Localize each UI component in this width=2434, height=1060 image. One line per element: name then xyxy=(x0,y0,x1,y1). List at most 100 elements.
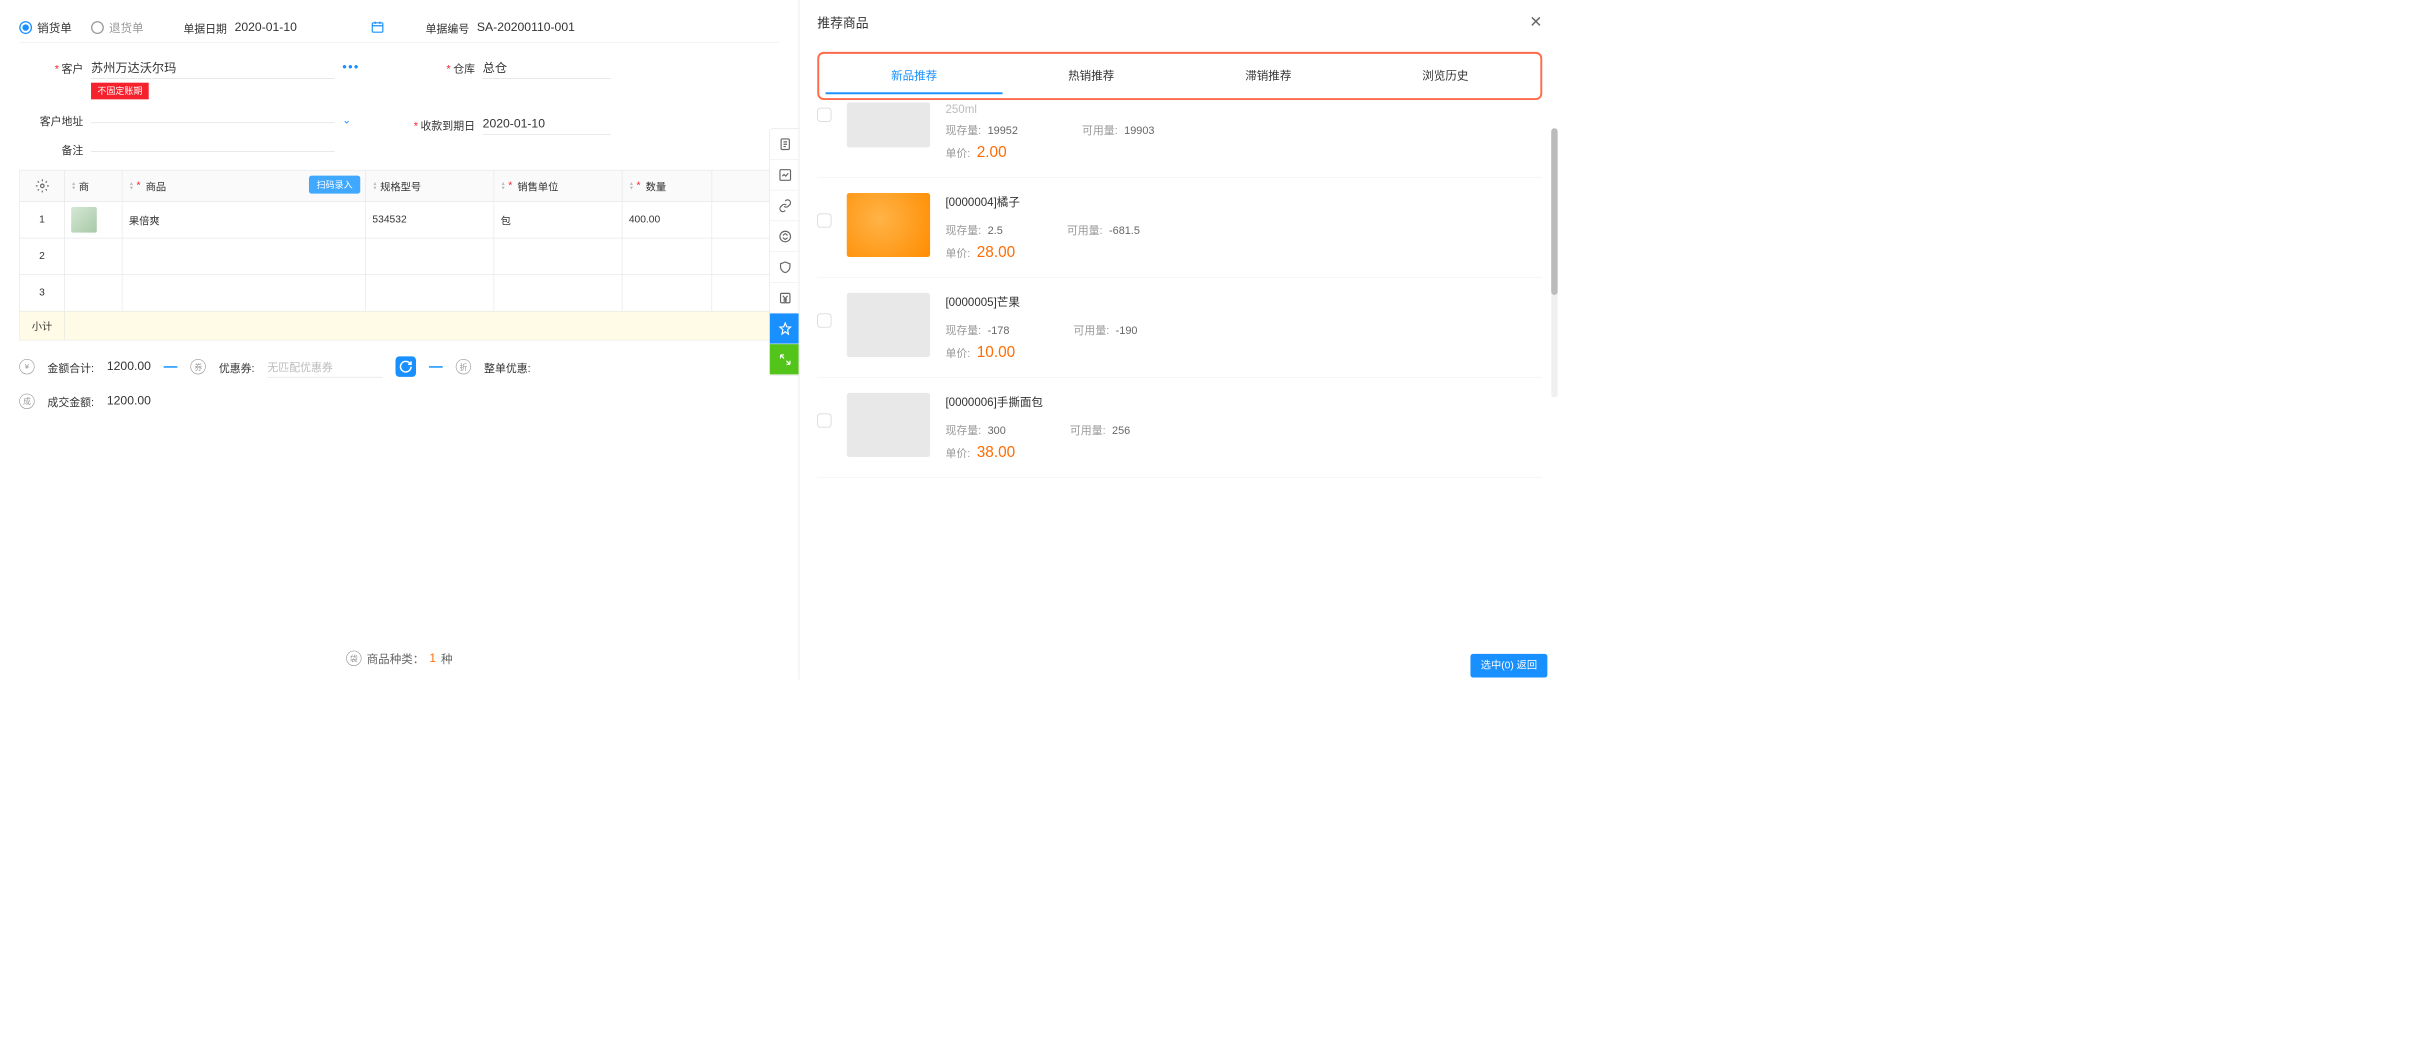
price-value: 2.00 xyxy=(977,144,1007,161)
payment-due-label: *收款到期日 xyxy=(411,117,475,133)
scrollbar[interactable] xyxy=(1551,128,1557,397)
doc-date-value[interactable]: 2020-01-10 xyxy=(235,18,363,37)
tab-history[interactable]: 浏览历史 xyxy=(1357,58,1534,95)
full-discount-label: 整单优惠: xyxy=(484,359,531,375)
product-name: 250ml xyxy=(945,103,1542,116)
side-doc-icon[interactable] xyxy=(770,129,801,160)
product-list[interactable]: 250ml 现存量:19952 可用量:19903 单价:2.00 [00000… xyxy=(799,100,1560,587)
row-unit[interactable]: 包 xyxy=(494,202,622,238)
col-product[interactable]: ▲▼*商品扫码录入 xyxy=(122,171,366,202)
product-image xyxy=(847,193,930,257)
tab-slow[interactable]: 滞销推荐 xyxy=(1180,58,1357,95)
side-star-icon[interactable] xyxy=(770,313,801,344)
chevron-down-icon[interactable]: ⌄ xyxy=(342,114,351,127)
list-item[interactable]: [0000006]手撕面包 现存量:300 可用量:256 单价:38.00 xyxy=(817,378,1542,478)
footer-product-count: 袋 商品种类： 1 种 xyxy=(346,650,452,667)
coupon-icon: 券 xyxy=(191,359,206,374)
warehouse-value[interactable]: 总仓 xyxy=(483,56,611,79)
radio-icon xyxy=(19,21,32,34)
items-table: ▲▼商 ▲▼*商品扫码录入 ▲▼规格型号 ▲▼*销售单位 ▲▼*数量 1 果倍爽… xyxy=(19,170,779,341)
stock-value: 300 xyxy=(988,424,1006,436)
calendar-icon[interactable] xyxy=(370,20,385,35)
doc-no-label: 单据编号 xyxy=(405,20,469,36)
tab-label: 销货单 xyxy=(37,19,72,36)
remark-label: 备注 xyxy=(19,141,83,157)
side-chart-icon[interactable] xyxy=(770,160,801,191)
side-swap-icon[interactable] xyxy=(770,221,801,252)
side-expand-icon[interactable] xyxy=(770,344,801,375)
avail-value: 256 xyxy=(1112,424,1130,436)
payment-due-value[interactable]: 2020-01-10 xyxy=(483,115,611,135)
price-value: 28.00 xyxy=(977,244,1016,261)
select-return-button[interactable]: 选中(0) 返回 xyxy=(1470,654,1547,678)
product-image xyxy=(847,393,930,457)
product-name: [0000005]芒果 xyxy=(945,293,1542,310)
price-value: 10.00 xyxy=(977,344,1016,361)
address-label: 客户地址 xyxy=(19,112,83,128)
doc-date-label: 单据日期 xyxy=(163,20,227,36)
tab-hot[interactable]: 热销推荐 xyxy=(1003,58,1180,95)
customer-value[interactable]: 苏州万达沃尔玛 xyxy=(91,56,335,79)
avail-value: 19903 xyxy=(1124,124,1154,136)
address-value[interactable] xyxy=(91,117,335,123)
product-image xyxy=(847,103,930,148)
side-shield-icon[interactable] xyxy=(770,252,801,283)
col-unit[interactable]: ▲▼*销售单位 xyxy=(494,171,622,202)
table-row[interactable]: 1 果倍爽 534532 包 400.00 xyxy=(20,202,779,239)
checkbox[interactable] xyxy=(817,213,831,227)
settings-column[interactable] xyxy=(20,171,65,202)
refresh-button[interactable] xyxy=(396,356,417,377)
stock-value: -178 xyxy=(988,324,1010,336)
deal-icon: 成 xyxy=(19,393,34,408)
row-spec[interactable]: 534532 xyxy=(366,202,494,238)
recommendation-tabs: 新品推荐 热销推荐 滞销推荐 浏览历史 xyxy=(817,52,1542,100)
list-item[interactable]: 250ml 现存量:19952 可用量:19903 单价:2.00 xyxy=(817,100,1542,178)
total-label: 金额合计: xyxy=(47,359,94,375)
side-yen-icon[interactable] xyxy=(770,283,801,314)
list-item[interactable]: [0000005]芒果 现存量:-178 可用量:-190 单价:10.00 xyxy=(817,278,1542,378)
avail-value: -190 xyxy=(1116,324,1138,336)
more-icon[interactable]: ••• xyxy=(342,60,359,75)
product-image xyxy=(847,293,930,357)
row-qty[interactable]: 400.00 xyxy=(622,202,712,238)
table-row[interactable]: 2 xyxy=(20,238,779,275)
product-name: [0000004]橘子 xyxy=(945,193,1542,210)
deal-label: 成交金额: xyxy=(47,393,94,409)
remark-value[interactable] xyxy=(91,146,335,152)
radio-icon xyxy=(91,21,104,34)
subtotal-row: 小计 xyxy=(20,312,779,340)
avail-value: -681.5 xyxy=(1109,224,1140,236)
close-icon[interactable]: ✕ xyxy=(1529,13,1542,32)
price-value: 38.00 xyxy=(977,444,1016,461)
row-product[interactable]: 果倍爽 xyxy=(122,202,366,238)
side-toolbar xyxy=(769,128,800,375)
deal-value: 1200.00 xyxy=(107,394,151,408)
customer-label: *客户 xyxy=(19,59,83,75)
coupon-label: 优惠券: xyxy=(219,359,255,375)
row-index: 1 xyxy=(20,202,65,238)
stock-value: 2.5 xyxy=(988,224,1003,236)
yen-icon: ¥ xyxy=(19,359,34,374)
dash-icon xyxy=(164,366,178,368)
scan-button[interactable]: 扫码录入 xyxy=(309,176,360,194)
order-type-tabs: 销货单 退货单 单据日期 2020-01-10 单据编号 SA-20200110… xyxy=(19,13,779,43)
bag-icon: 袋 xyxy=(346,651,361,666)
tab-return-order[interactable]: 退货单 xyxy=(91,19,144,36)
table-row[interactable]: 3 xyxy=(20,275,779,312)
checkbox[interactable] xyxy=(817,413,831,427)
coupon-input[interactable]: 无匹配优惠券 xyxy=(267,356,382,378)
total-value: 1200.00 xyxy=(107,360,151,374)
list-item[interactable]: [0000004]橘子 现存量:2.5 可用量:-681.5 单价:28.00 xyxy=(817,178,1542,278)
panel-title: 推荐商品 xyxy=(817,13,868,32)
checkbox[interactable] xyxy=(817,313,831,327)
col-qty[interactable]: ▲▼*数量 xyxy=(622,171,712,202)
tab-new[interactable]: 新品推荐 xyxy=(826,58,1003,95)
col-spec[interactable]: ▲▼规格型号 xyxy=(366,171,494,202)
tab-sales-order[interactable]: 销货单 xyxy=(19,19,72,36)
col-image[interactable]: ▲▼商 xyxy=(65,171,123,202)
side-link-icon[interactable] xyxy=(770,190,801,221)
checkbox[interactable] xyxy=(817,108,831,122)
doc-no-value: SA-20200110-001 xyxy=(477,18,605,37)
stock-value: 19952 xyxy=(988,124,1018,136)
tab-label: 退货单 xyxy=(109,19,144,36)
